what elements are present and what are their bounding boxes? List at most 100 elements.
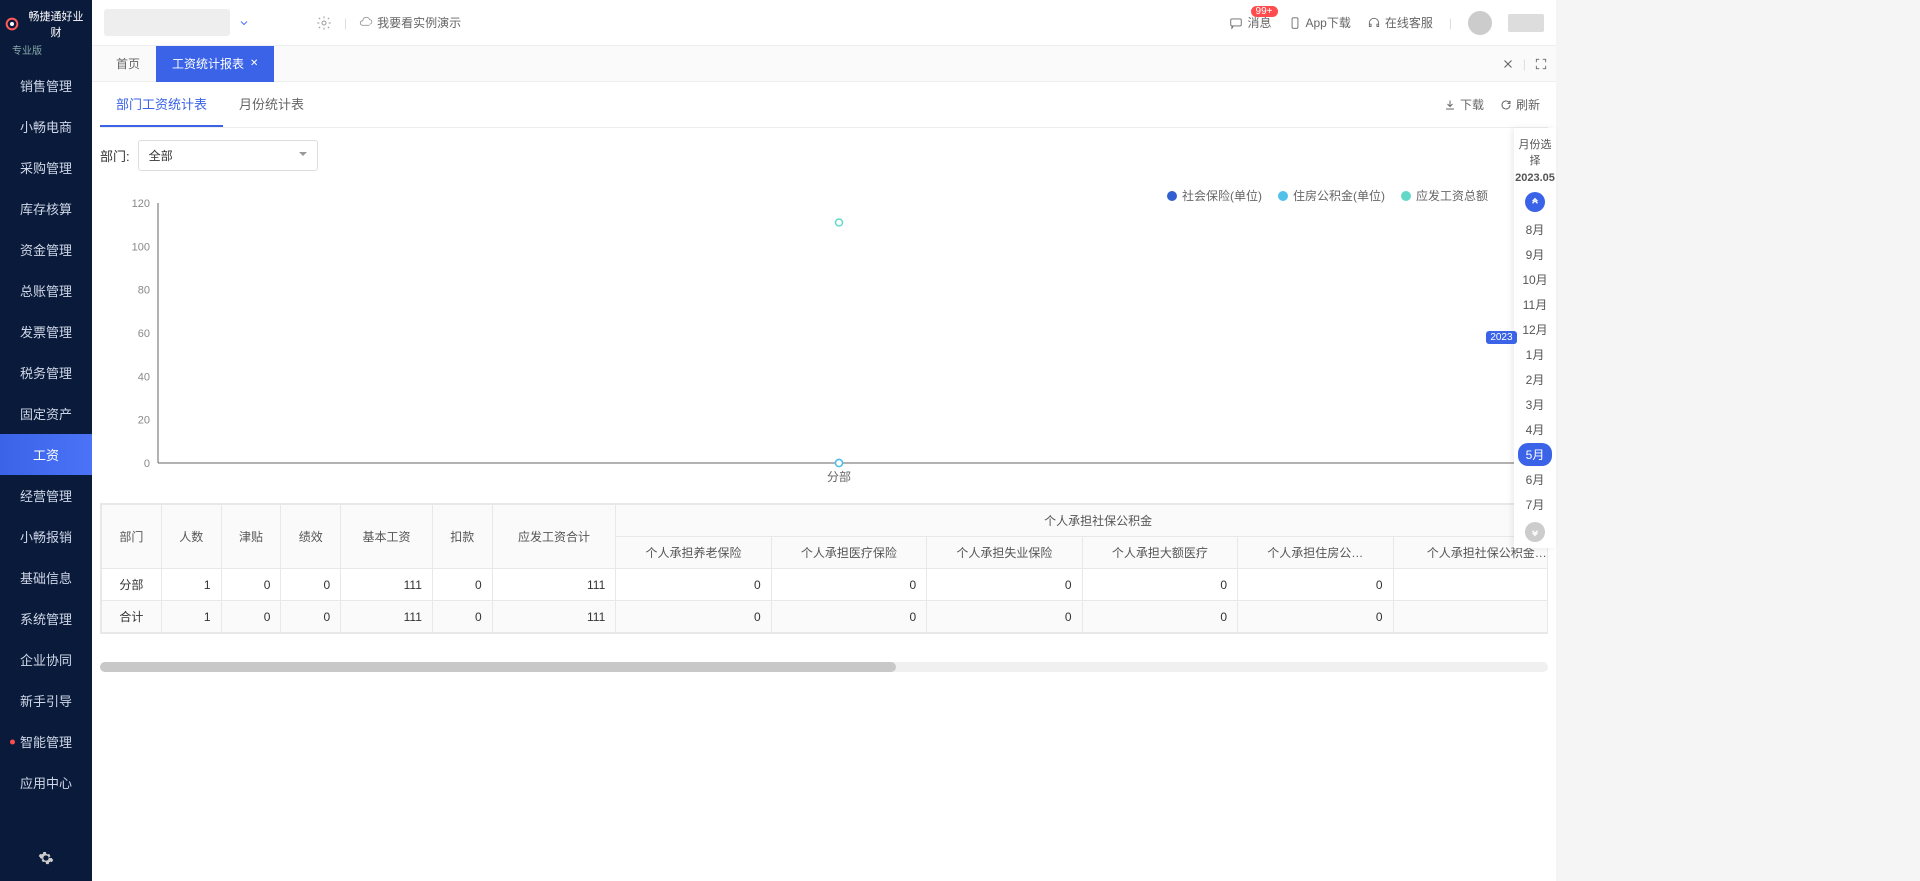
nav-item-label: 新手引导	[20, 694, 72, 709]
cell: 111	[492, 601, 616, 633]
month-option[interactable]: 4月	[1518, 418, 1553, 441]
fullscreen-icon[interactable]	[1534, 57, 1548, 71]
month-option[interactable]: 7月	[1518, 493, 1553, 516]
download-label: App下载	[1306, 14, 1351, 31]
nav-item-label: 总账管理	[20, 284, 72, 299]
month-option[interactable]: 8月	[1518, 218, 1553, 241]
cell: 0	[432, 601, 492, 633]
nav-item-12[interactable]: 基础信息	[0, 557, 92, 598]
nav: 销售管理小畅电商采购管理库存核算资金管理总账管理发票管理税务管理固定资产工资经营…	[0, 65, 92, 838]
chart-legend: 社会保险(单位) 住房公积金(单位) 应发工资总额	[1167, 187, 1488, 204]
gear-icon[interactable]	[316, 15, 332, 31]
col-sub-header: 个人承担医疗保险	[771, 537, 926, 569]
month-option[interactable]: 5月	[1518, 443, 1553, 466]
table-row: 分部1001110111000000	[102, 569, 1549, 601]
nav-item-label: 采购管理	[20, 161, 72, 176]
nav-item-4[interactable]: 资金管理	[0, 229, 92, 270]
chevron-down-icon	[1530, 527, 1540, 537]
company-selector[interactable]: （演示公司）	[104, 9, 304, 36]
close-icon[interactable]: ✕	[250, 58, 258, 69]
nav-item-14[interactable]: 企业协同	[0, 639, 92, 680]
cell: 0	[432, 569, 492, 601]
month-option[interactable]: 2月	[1518, 368, 1553, 391]
nav-item-5[interactable]: 总账管理	[0, 270, 92, 311]
col-sub-header: 个人承担失业保险	[927, 537, 1082, 569]
col-header: 扣款	[432, 505, 492, 569]
sub-tabs: 部门工资统计表月份统计表 下载 刷新	[100, 82, 1548, 128]
svg-text:60: 60	[138, 328, 150, 340]
nav-item-6[interactable]: 发票管理	[0, 311, 92, 352]
table-row: 合计1001110111000000	[102, 601, 1549, 633]
month-option[interactable]: 11月	[1515, 293, 1555, 316]
logo: 畅捷通好业财 专业版	[0, 0, 92, 65]
month-option[interactable]: 12月	[1514, 318, 1555, 341]
col-header: 津贴	[221, 505, 281, 569]
nav-item-7[interactable]: 税务管理	[0, 352, 92, 393]
cell: 0	[1238, 569, 1393, 601]
legend-dot-icon	[1278, 191, 1288, 201]
nav-item-9[interactable]: 工资	[0, 434, 92, 475]
nav-item-1[interactable]: 小畅电商	[0, 106, 92, 147]
cell: 0	[927, 601, 1082, 633]
nav-item-0[interactable]: 销售管理	[0, 65, 92, 106]
nav-item-15[interactable]: 新手引导	[0, 680, 92, 721]
nav-item-3[interactable]: 库存核算	[0, 188, 92, 229]
close-all-icon[interactable]	[1501, 57, 1515, 71]
nav-item-17[interactable]: 应用中心	[0, 762, 92, 803]
nav-item-label: 系统管理	[20, 612, 72, 627]
message-icon	[1229, 16, 1243, 30]
content: 部门工资统计表月份统计表 下载 刷新 部门:	[92, 82, 1556, 881]
h-scrollbar-thumb[interactable]	[100, 662, 896, 672]
messages-button[interactable]: 消息 99+	[1229, 14, 1271, 31]
refresh-button[interactable]: 刷新	[1500, 96, 1540, 113]
brand-name: 畅捷通好业财	[24, 8, 88, 40]
tab-0[interactable]: 首页	[100, 46, 156, 82]
avatar[interactable]	[1468, 11, 1492, 35]
legend-item-0[interactable]: 社会保险(单位)	[1167, 187, 1262, 204]
cell: 0	[1393, 569, 1548, 601]
nav-item-label: 销售管理	[20, 79, 72, 94]
username[interactable]	[1508, 14, 1544, 32]
nav-item-8[interactable]: 固定资产	[0, 393, 92, 434]
month-next-button[interactable]	[1525, 522, 1545, 542]
month-option[interactable]: 1月	[1518, 343, 1553, 366]
sub-tab-0[interactable]: 部门工资统计表	[100, 82, 223, 127]
nav-item-label: 发票管理	[20, 325, 72, 340]
month-option[interactable]: 3月	[1518, 393, 1553, 416]
legend-item-1[interactable]: 住房公积金(单位)	[1278, 187, 1385, 204]
nav-item-11[interactable]: 小畅报销	[0, 516, 92, 557]
month-option[interactable]: 9月	[1518, 243, 1553, 266]
month-prev-button[interactable]	[1525, 192, 1545, 212]
sub-tab-1[interactable]: 月份统计表	[223, 82, 320, 127]
download-button[interactable]: 下载	[1444, 96, 1484, 113]
col-header: 部门	[102, 505, 162, 569]
nav-item-label: 基础信息	[20, 571, 72, 586]
cell: 0	[281, 601, 341, 633]
chart: 社会保险(单位)住房公积金(单位)应发工资总额 020406080100120分…	[100, 183, 1548, 503]
settings-icon[interactable]	[38, 850, 54, 866]
nav-item-10[interactable]: 经营管理	[0, 475, 92, 516]
brand-edition: 专业版	[4, 42, 88, 57]
nav-item-13[interactable]: 系统管理	[0, 598, 92, 639]
col-header: 应发工资合计	[492, 505, 616, 569]
app-download-button[interactable]: App下载	[1288, 14, 1351, 31]
tab-1[interactable]: 工资统计报表✕	[156, 46, 274, 82]
download-icon	[1444, 99, 1456, 111]
col-header: 人数	[161, 505, 221, 569]
dept-select[interactable]: 全部	[138, 140, 318, 171]
h-scrollbar[interactable]	[100, 662, 1548, 672]
support-button[interactable]: 在线客服	[1367, 14, 1433, 31]
month-option[interactable]: 6月	[1518, 468, 1553, 491]
cell: 0	[281, 569, 341, 601]
dept-select-value: 全部	[149, 149, 173, 163]
svg-text:80: 80	[138, 285, 150, 297]
cell: 0	[221, 601, 281, 633]
legend-item-2[interactable]: 应发工资总额	[1401, 187, 1488, 204]
nav-item-16[interactable]: 智能管理	[0, 721, 92, 762]
demo-link[interactable]: 我要看实例演示	[359, 14, 461, 31]
nav-item-2[interactable]: 采购管理	[0, 147, 92, 188]
refresh-icon	[1500, 99, 1512, 111]
brand-logo-icon	[4, 16, 20, 32]
cell: 0	[1082, 569, 1237, 601]
month-option[interactable]: 10月	[1514, 268, 1555, 291]
